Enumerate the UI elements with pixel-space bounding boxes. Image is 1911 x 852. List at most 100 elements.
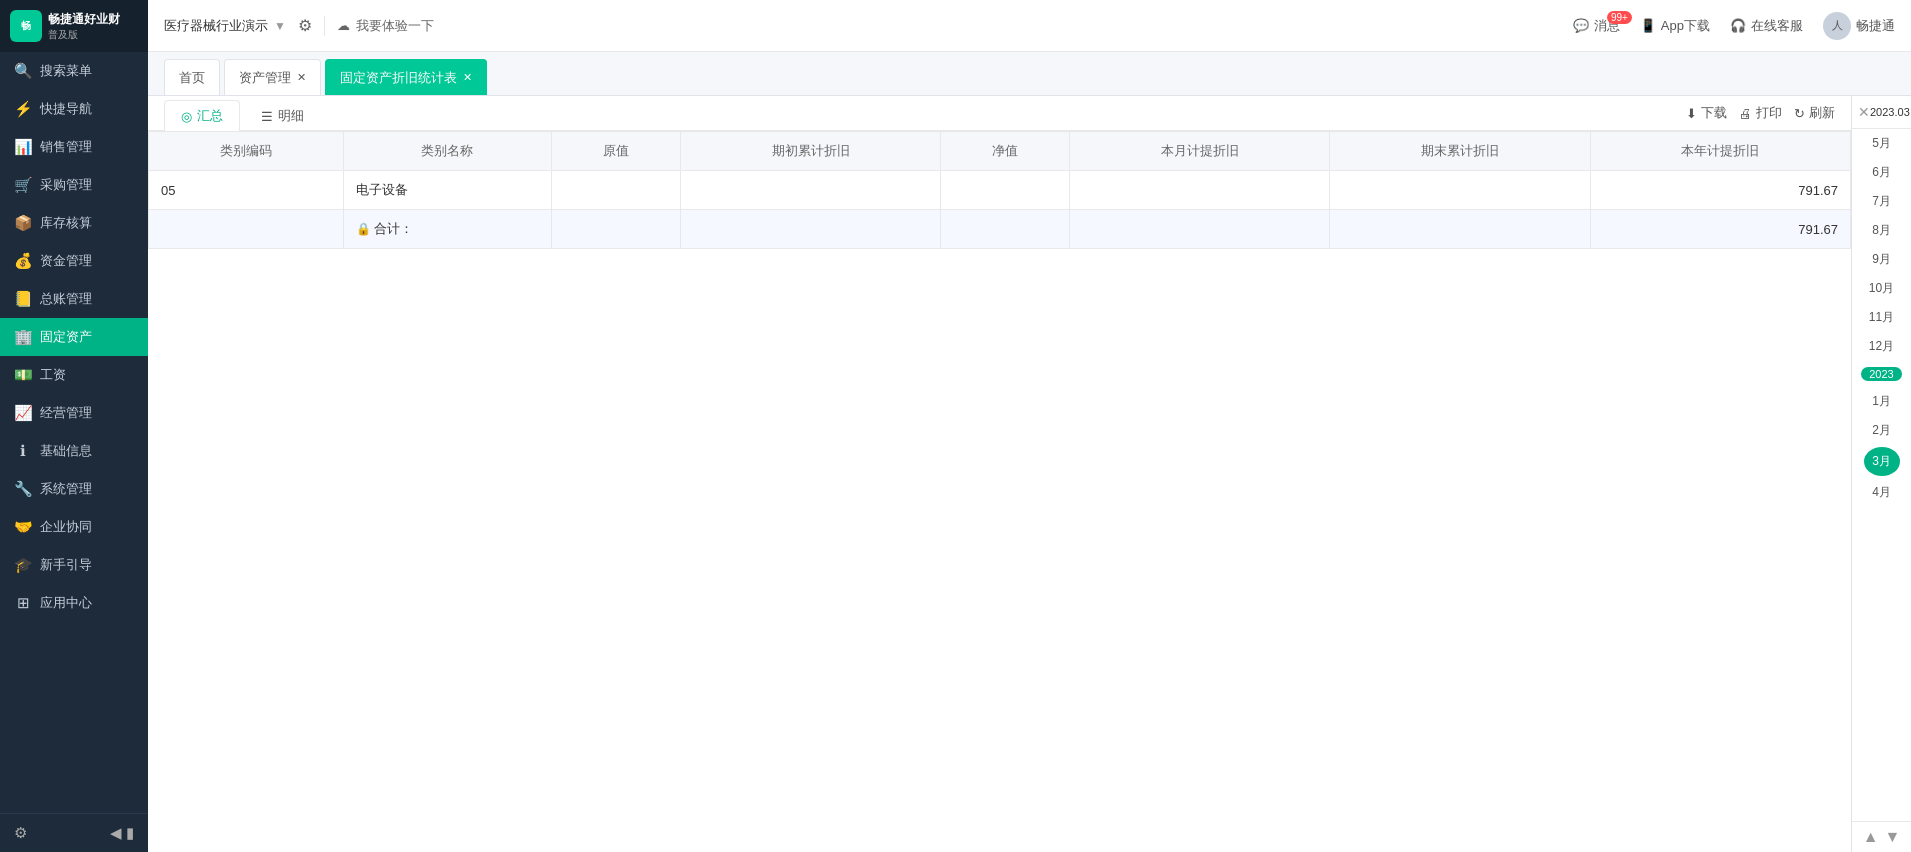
sidebar-item-basic-info[interactable]: ℹ 基础信息	[0, 432, 148, 470]
topbar-app-download[interactable]: 📱 App下载	[1640, 17, 1710, 35]
th-本年计提折旧: 本年计提折旧	[1590, 132, 1850, 171]
tab-asset-label: 资产管理	[239, 69, 291, 87]
date-month-2022-11[interactable]: 11月	[1852, 303, 1911, 332]
topbar-messages[interactable]: 💬 消息 99+	[1573, 17, 1620, 35]
date-panel-header: ✕ 2023.03 ⤢	[1852, 96, 1911, 129]
toolbar: ⬇ 下载 🖨 打印 ↻ 刷新	[1686, 96, 1835, 130]
user-avatar: 人	[1823, 12, 1851, 40]
sidebar-item-payroll[interactable]: 💵 工资	[0, 356, 148, 394]
sidebar-item-label-quick-nav: 快捷导航	[40, 100, 92, 118]
sidebar-item-inventory[interactable]: 📦 库存核算	[0, 204, 148, 242]
download-icon: ⬇	[1686, 106, 1697, 121]
date-month-2023-03[interactable]: 3月	[1864, 447, 1900, 476]
table-header: 类别编码类别名称原值期初累计折旧净值本月计提折旧期末累计折旧本年计提折旧	[149, 132, 1851, 171]
th-期初累计折旧: 期初累计折旧	[681, 132, 941, 171]
sidebar-item-enterprise[interactable]: 🤝 企业协同	[0, 508, 148, 546]
sidebar-item-search[interactable]: 🔍 搜索菜单	[0, 52, 148, 90]
th-期末累计折旧: 期末累计折旧	[1330, 132, 1590, 171]
app-center-icon: ⊞	[14, 594, 32, 612]
sidebar-settings-icon[interactable]: ⚙	[14, 824, 27, 842]
year-group-2022: 5月6月7月8月9月10月11月12月	[1852, 129, 1911, 361]
date-month-2023-02[interactable]: 2月	[1852, 416, 1911, 445]
print-button[interactable]: 🖨 打印	[1739, 104, 1782, 122]
date-month-2023-01[interactable]: 1月	[1852, 387, 1911, 416]
subtab-summary[interactable]: ◎ 汇总	[164, 100, 240, 131]
page-main: ◎ 汇总 ☰ 明细 ⬇ 下载 🖨 打印	[148, 96, 1851, 852]
sidebar-item-label-app-center: 应用中心	[40, 594, 92, 612]
tab-asset-close-icon[interactable]: ✕	[297, 71, 306, 84]
sidebar-item-ledger[interactable]: 📒 总账管理	[0, 280, 148, 318]
topbar-settings-icon[interactable]: ⚙	[298, 16, 312, 35]
experience-text: 我要体验一下	[356, 17, 434, 35]
sidebar-scroll[interactable]: 🔍 搜索菜单 ⚡ 快捷导航 📊 销售管理 🛒 采购管理 📦 库存核算 💰 资金管…	[0, 52, 148, 813]
download-button[interactable]: ⬇ 下载	[1686, 104, 1727, 122]
date-next-icon[interactable]: ▼	[1885, 828, 1901, 846]
date-month-2022-08[interactable]: 8月	[1852, 216, 1911, 245]
app-name: 畅捷通好业财	[48, 11, 120, 28]
message-badge: 99+	[1607, 11, 1632, 24]
date-month-2022-09[interactable]: 9月	[1852, 245, 1911, 274]
content-area: ◎ 汇总 ☰ 明细 ⬇ 下载 🖨 打印	[148, 96, 1911, 852]
date-prev-icon[interactable]: ▲	[1863, 828, 1879, 846]
subtab-detail-icon: ☰	[261, 109, 273, 124]
date-month-2022-07[interactable]: 7月	[1852, 187, 1911, 216]
date-panel-body: 5月6月7月8月9月10月11月12月20231月2月3月4月	[1852, 129, 1911, 821]
table-body: 05电子设备791.67🔒 合计：791.67	[149, 171, 1851, 249]
sidebar: 畅 畅捷通好业财 普及版 🔍 搜索菜单 ⚡ 快捷导航 📊 销售管理 🛒 采购管理…	[0, 0, 148, 852]
table-wrapper: 类别编码类别名称原值期初累计折旧净值本月计提折旧期末累计折旧本年计提折旧 05电…	[148, 131, 1851, 852]
topbar: 医疗器械行业演示 ▼ ⚙ ☁ 我要体验一下 💬 消息 99+ 📱 App下载 🎧…	[148, 0, 1911, 52]
date-month-2022-12[interactable]: 12月	[1852, 332, 1911, 361]
inventory-icon: 📦	[14, 214, 32, 232]
tab-depreciation-close-icon[interactable]: ✕	[463, 71, 472, 84]
guide-icon: 🎓	[14, 556, 32, 574]
sidebar-item-label-payroll: 工资	[40, 366, 66, 384]
year-group-2023: 1月2月3月4月	[1852, 387, 1911, 507]
sidebar-item-label-basic-info: 基础信息	[40, 442, 92, 460]
fixed-assets-icon: 🏢	[14, 328, 32, 346]
sidebar-item-guide[interactable]: 🎓 新手引导	[0, 546, 148, 584]
sidebar-item-label-purchase: 采购管理	[40, 176, 92, 194]
date-month-2022-06[interactable]: 6月	[1852, 158, 1911, 187]
basic-info-icon: ℹ	[14, 442, 32, 460]
tabbar: 首页 资产管理 ✕ 固定资产折旧统计表 ✕	[148, 52, 1911, 96]
company-name: 医疗器械行业演示	[164, 17, 268, 35]
topbar-customer-service[interactable]: 🎧 在线客服	[1730, 17, 1803, 35]
sidebar-item-system[interactable]: 🔧 系统管理	[0, 470, 148, 508]
finance-icon: 💰	[14, 252, 32, 270]
sidebar-item-label-system: 系统管理	[40, 480, 92, 498]
main-area: 医疗器械行业演示 ▼ ⚙ ☁ 我要体验一下 💬 消息 99+ 📱 App下载 🎧…	[148, 0, 1911, 852]
experience-icon: ☁	[337, 18, 350, 33]
tab-depreciation-report[interactable]: 固定资产折旧统计表 ✕	[325, 59, 487, 95]
sidebar-item-label-inventory: 库存核算	[40, 214, 92, 232]
sidebar-item-sales[interactable]: 📊 销售管理	[0, 128, 148, 166]
app-version: 普及版	[48, 28, 120, 42]
date-month-2022-10[interactable]: 10月	[1852, 274, 1911, 303]
tab-asset-management[interactable]: 资产管理 ✕	[224, 59, 321, 95]
table-total-row: 🔒 合计：791.67	[149, 210, 1851, 249]
sidebar-item-finance[interactable]: 💰 资金管理	[0, 242, 148, 280]
sidebar-item-operations[interactable]: 📈 经营管理	[0, 394, 148, 432]
tab-home[interactable]: 首页	[164, 59, 220, 95]
sidebar-item-app-center[interactable]: ⊞ 应用中心	[0, 584, 148, 622]
sidebar-item-label-guide: 新手引导	[40, 556, 92, 574]
customer-service-icon: 🎧	[1730, 18, 1746, 33]
purchase-icon: 🛒	[14, 176, 32, 194]
date-month-2022-05[interactable]: 5月	[1852, 129, 1911, 158]
topbar-experience[interactable]: ☁ 我要体验一下	[337, 17, 434, 35]
refresh-button[interactable]: ↻ 刷新	[1794, 104, 1835, 122]
date-panel-close-icon[interactable]: ✕	[1858, 104, 1870, 120]
topbar-user[interactable]: 人 畅捷通	[1823, 12, 1895, 40]
topbar-company[interactable]: 医疗器械行业演示 ▼	[164, 17, 286, 35]
quick-nav-icon: ⚡	[14, 100, 32, 118]
sidebar-collapse-icon[interactable]: ◀ ▮	[110, 824, 134, 842]
sidebar-item-quick-nav[interactable]: ⚡ 快捷导航	[0, 90, 148, 128]
topbar-right: 💬 消息 99+ 📱 App下载 🎧 在线客服 人 畅捷通	[1573, 12, 1895, 40]
payroll-icon: 💵	[14, 366, 32, 384]
sidebar-item-fixed-assets[interactable]: 🏢 固定资产	[0, 318, 148, 356]
sidebar-item-purchase[interactable]: 🛒 采购管理	[0, 166, 148, 204]
subtab-detail[interactable]: ☰ 明细	[244, 100, 321, 131]
sidebar-header: 畅 畅捷通好业财 普及版	[0, 0, 148, 52]
date-month-2023-04[interactable]: 4月	[1852, 478, 1911, 507]
sidebar-item-label-enterprise: 企业协同	[40, 518, 92, 536]
subtab-summary-label: 汇总	[197, 107, 223, 125]
